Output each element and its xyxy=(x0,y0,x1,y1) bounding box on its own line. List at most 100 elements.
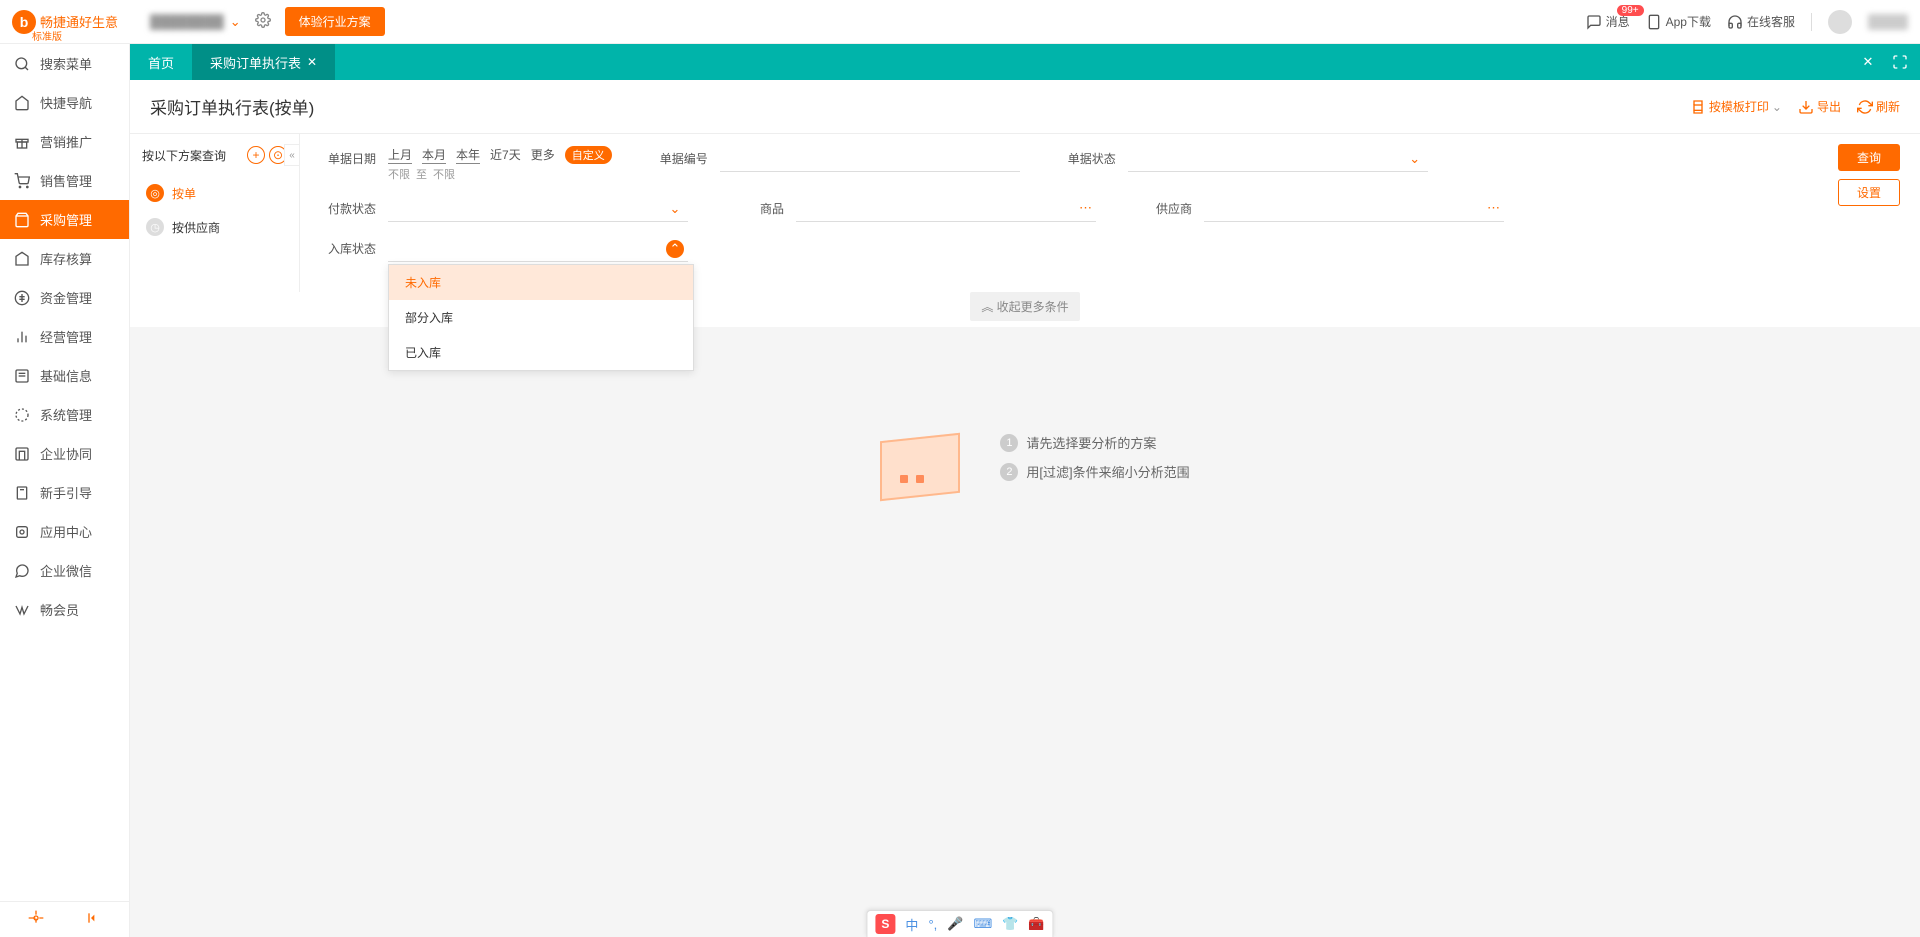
chart-icon xyxy=(14,329,30,345)
sidebar-bottom xyxy=(0,901,129,937)
collapse-panel-icon[interactable]: « xyxy=(284,144,300,166)
customer-service-link[interactable]: 在线客服 xyxy=(1727,13,1795,30)
sidebar-item-bag[interactable]: 采购管理 xyxy=(0,200,129,239)
ime-toolbar: S 中 °, 🎤 ⌨ 👕 🧰 xyxy=(866,910,1053,937)
ime-skin-icon[interactable]: 👕 xyxy=(1002,916,1018,932)
settings-button[interactable]: 设置 xyxy=(1838,179,1900,206)
settings-icon[interactable] xyxy=(8,910,65,929)
date-opt-7days[interactable]: 近7天 xyxy=(490,146,521,164)
chevron-up-icon: ︽ xyxy=(981,300,993,314)
dropdown-option-not-inbound[interactable]: 未入库 xyxy=(389,265,693,300)
inbound-status-select[interactable] xyxy=(388,236,688,262)
product-input[interactable] xyxy=(796,196,1096,222)
empty-illustration xyxy=(860,407,980,507)
filter-doc-status: 单据状态 ⌄ xyxy=(1060,146,1428,182)
date-opt-more[interactable]: 更多 xyxy=(531,146,555,164)
query-button[interactable]: 查询 xyxy=(1838,144,1900,171)
app-label: App下载 xyxy=(1666,13,1711,30)
search-icon xyxy=(14,56,30,72)
sidebar-item-search[interactable]: 搜索菜单 xyxy=(0,44,129,83)
pay-status-select[interactable] xyxy=(388,196,688,222)
chevron-down-icon[interactable]: ⌄ xyxy=(230,14,241,30)
filter-fields: 单据日期 上月 本月 本年 近7天 更多 自定义 不限 至 xyxy=(300,134,1920,292)
refresh-button[interactable]: 刷新 xyxy=(1857,98,1900,115)
doc-status-select[interactable] xyxy=(1128,146,1428,172)
chevron-down-icon: ⌄ xyxy=(1772,100,1782,114)
sidebar-item-wechat[interactable]: 企业微信 xyxy=(0,551,129,590)
collapse-filters-button[interactable]: ︽ 收起更多条件 xyxy=(970,292,1080,321)
doc-no-input[interactable] xyxy=(720,146,1020,172)
date-opt-lastmonth[interactable]: 上月 xyxy=(388,146,412,164)
chevron-down-icon[interactable]: ⌄ xyxy=(1406,150,1424,168)
empty-step-1: 1 请先选择要分析的方案 xyxy=(1000,433,1189,452)
fullscreen-icon[interactable] xyxy=(1888,50,1912,74)
page-actions: 按模板打印 ⌄ 导出 刷新 xyxy=(1690,98,1900,115)
solution-button[interactable]: 体验行业方案 xyxy=(285,7,385,36)
cart-icon xyxy=(14,173,30,189)
sidebar-item-house[interactable]: 库存核算 xyxy=(0,239,129,278)
tab-bar: 首页 采购订单执行表 ✕ ✕ xyxy=(130,44,1920,80)
filter-date: 单据日期 上月 本月 本年 近7天 更多 自定义 不限 至 xyxy=(320,146,612,182)
ime-keyboard-icon[interactable]: ⌨ xyxy=(973,916,992,932)
wechat-icon xyxy=(14,563,30,579)
inbound-dropdown: 未入库 部分入库 已入库 xyxy=(388,264,694,371)
ime-lang[interactable]: 中 xyxy=(905,915,918,934)
messages-link[interactable]: 消息 99+ xyxy=(1586,13,1630,30)
info-icon xyxy=(14,368,30,384)
query-scheme-by-supplier[interactable]: ◷ 按供应商 xyxy=(142,210,287,244)
date-opt-thisyear[interactable]: 本年 xyxy=(456,146,480,164)
sidebar-item-system[interactable]: 系统管理 xyxy=(0,395,129,434)
date-from[interactable]: 不限 xyxy=(388,166,410,182)
sidebar-item-collab[interactable]: 企业协同 xyxy=(0,434,129,473)
avatar[interactable] xyxy=(1828,10,1852,34)
header-right: 消息 99+ App下载 在线客服 xyxy=(1586,10,1908,34)
company-selector[interactable]: ████████ xyxy=(150,14,224,29)
ime-mic-icon[interactable]: 🎤 xyxy=(947,916,963,932)
clock-icon: ◷ xyxy=(146,218,164,236)
sidebar-item-chart[interactable]: 经营管理 xyxy=(0,317,129,356)
app-icon xyxy=(14,524,30,540)
sidebar-item-vip[interactable]: 畅会员 xyxy=(0,590,129,629)
date-opt-thismonth[interactable]: 本月 xyxy=(422,146,446,164)
add-scheme-icon[interactable]: + xyxy=(247,146,265,164)
username[interactable] xyxy=(1868,14,1908,30)
house-icon xyxy=(14,251,30,267)
sidebar: 搜索菜单快捷导航营销推广销售管理采购管理库存核算资金管理经营管理基础信息系统管理… xyxy=(0,44,130,937)
tab-current[interactable]: 采购订单执行表 ✕ xyxy=(192,44,335,80)
ime-toolbox-icon[interactable]: 🧰 xyxy=(1028,916,1044,932)
ellipsis-icon[interactable]: ⋯ xyxy=(1079,200,1092,216)
logo[interactable]: b 畅捷通好生意 标准版 xyxy=(12,10,130,34)
close-icon[interactable]: ✕ xyxy=(307,55,317,69)
sidebar-item-guide[interactable]: 新手引导 xyxy=(0,473,129,512)
chevron-down-icon[interactable]: ⌄ xyxy=(666,200,684,218)
dropdown-option-partial[interactable]: 部分入库 xyxy=(389,300,693,335)
vip-icon xyxy=(14,602,30,618)
export-button[interactable]: 导出 xyxy=(1798,98,1841,115)
money-icon xyxy=(14,290,30,306)
print-button[interactable]: 按模板打印 ⌄ xyxy=(1690,98,1782,115)
gear-icon[interactable] xyxy=(255,12,271,31)
tab-close-all-icon[interactable]: ✕ xyxy=(1856,50,1880,74)
sidebar-item-app[interactable]: 应用中心 xyxy=(0,512,129,551)
supplier-input[interactable] xyxy=(1204,196,1504,222)
sidebar-item-home[interactable]: 快捷导航 xyxy=(0,83,129,122)
sidebar-item-money[interactable]: 资金管理 xyxy=(0,278,129,317)
empty-step-2: 2 用[过滤]条件来缩小分析范围 xyxy=(1000,462,1189,481)
date-custom-badge[interactable]: 自定义 xyxy=(565,146,612,164)
sidebar-item-cart[interactable]: 销售管理 xyxy=(0,161,129,200)
app-download-link[interactable]: App下载 xyxy=(1646,13,1711,30)
ime-punct-icon[interactable]: °, xyxy=(928,917,937,932)
top-header: b 畅捷通好生意 标准版 ████████ ⌄ 体验行业方案 消息 99+ Ap… xyxy=(0,0,1920,44)
sogou-icon[interactable]: S xyxy=(875,914,895,934)
chevron-up-icon[interactable]: ⌃ xyxy=(666,240,684,258)
target-icon: ◎ xyxy=(146,184,164,202)
sidebar-item-gift[interactable]: 营销推广 xyxy=(0,122,129,161)
query-scheme-by-order[interactable]: ◎ 按单 xyxy=(142,176,287,210)
dropdown-option-inbound[interactable]: 已入库 xyxy=(389,335,693,370)
tab-home[interactable]: 首页 xyxy=(130,44,192,80)
sidebar-item-info[interactable]: 基础信息 xyxy=(0,356,129,395)
collapse-sidebar-icon[interactable] xyxy=(65,910,122,929)
divider xyxy=(1811,13,1812,31)
date-to[interactable]: 不限 xyxy=(433,166,455,182)
ellipsis-icon[interactable]: ⋯ xyxy=(1487,200,1500,216)
